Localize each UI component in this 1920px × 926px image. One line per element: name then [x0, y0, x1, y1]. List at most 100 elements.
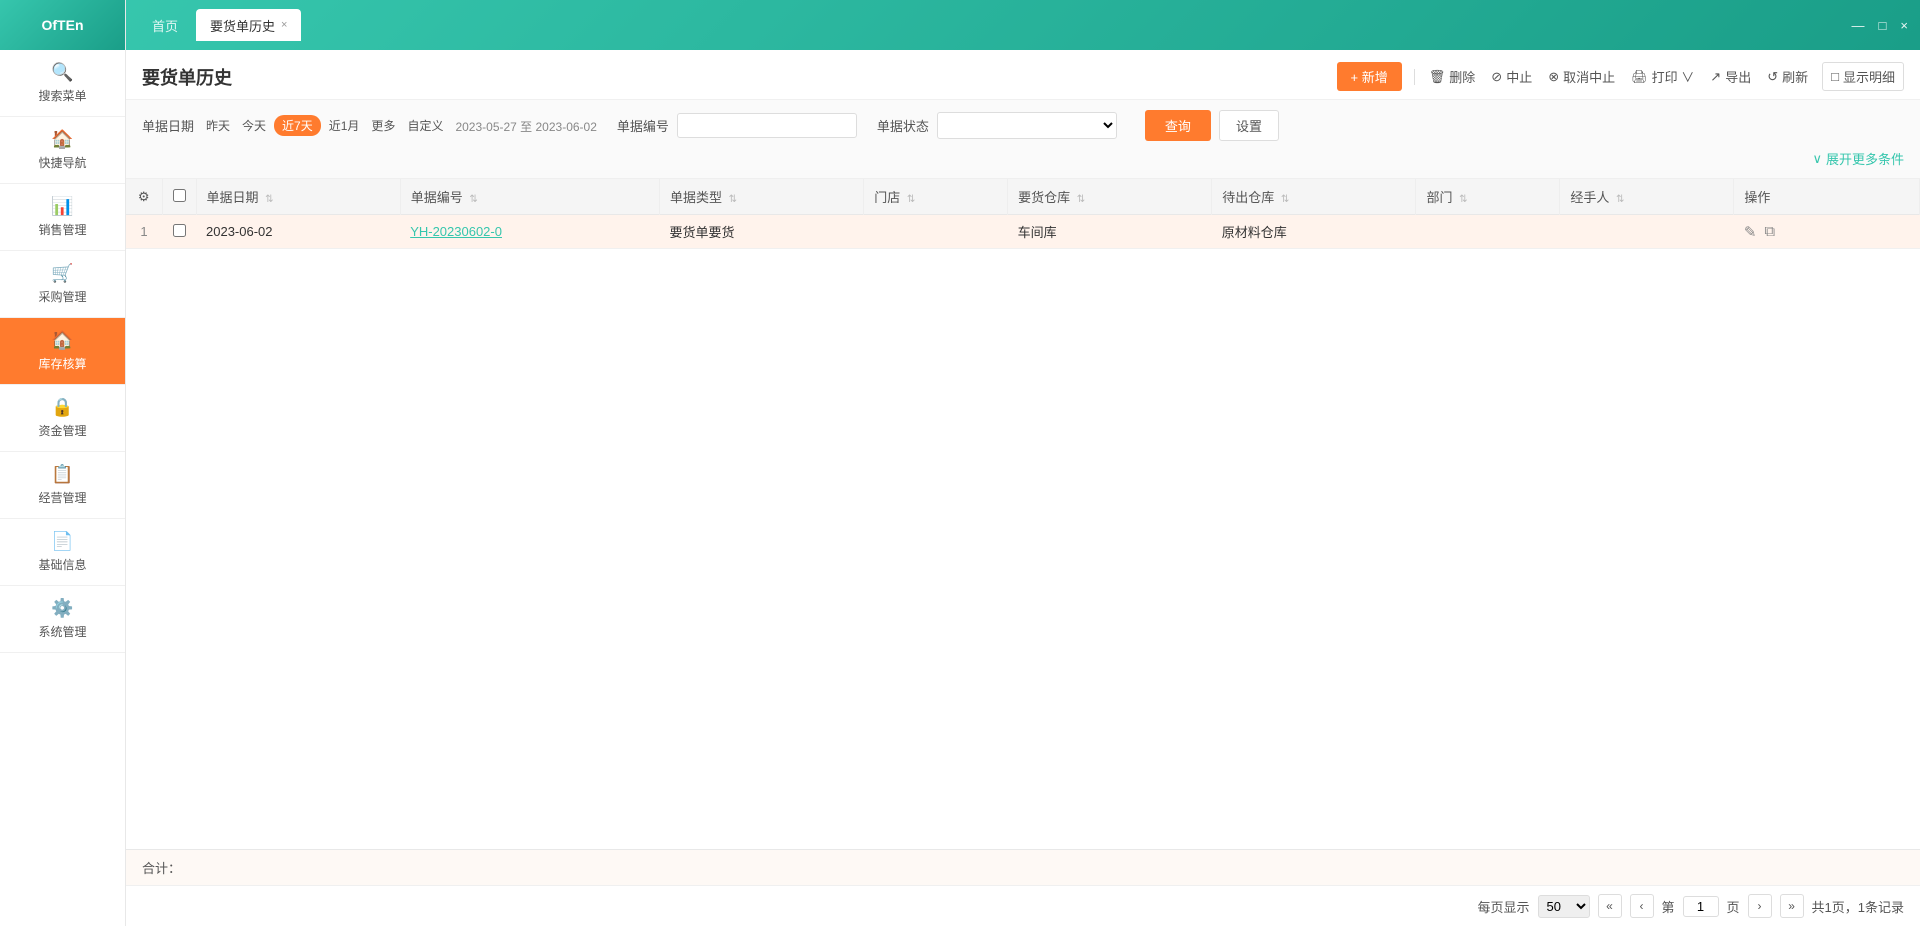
- sidebar-item-label: 系统管理: [38, 623, 86, 640]
- new-button[interactable]: + 新增: [1337, 62, 1402, 91]
- sidebar-item-quicknav[interactable]: 🏠 快捷导航: [0, 117, 125, 184]
- refresh-button[interactable]: ↺ 刷新: [1765, 67, 1810, 86]
- tab-home-label: 首页: [152, 16, 178, 35]
- status-select[interactable]: [937, 112, 1117, 139]
- cancel-stop-button[interactable]: ⊗ 取消中止: [1546, 67, 1617, 86]
- date-btn-today[interactable]: 今天: [238, 115, 270, 136]
- sidebar-item-label: 销售管理: [38, 221, 86, 238]
- cell-docnum[interactable]: YH-20230602-0: [400, 215, 659, 249]
- sidebar-item-sales[interactable]: 📊 销售管理: [0, 184, 125, 251]
- page-number-input[interactable]: [1683, 896, 1719, 917]
- cell-pendingwarehouse: 原材料仓库: [1212, 215, 1416, 249]
- logo-text: OfTEn: [42, 17, 84, 33]
- select-all-checkbox[interactable]: [173, 189, 186, 202]
- topbar-minimize-icon[interactable]: —: [1852, 18, 1865, 33]
- docnum-filter-group: 单据编号: [617, 113, 857, 138]
- first-page-button[interactable]: «: [1598, 894, 1622, 918]
- sidebar-item-inventory[interactable]: 🏠 库存核算: [0, 318, 125, 385]
- show-detail-button[interactable]: □ 显示明细: [1822, 62, 1904, 91]
- sidebar-item-search[interactable]: 🔍 搜索菜单: [0, 50, 125, 117]
- col-header-handler: 经手人 ⇅: [1560, 179, 1734, 215]
- delete-label: 删除: [1449, 67, 1475, 86]
- date-btn-yesterday[interactable]: 昨天: [202, 115, 234, 136]
- topbar-close-icon[interactable]: ×: [1900, 18, 1908, 33]
- prev-page-button[interactable]: ‹: [1630, 894, 1654, 918]
- tab-close-icon[interactable]: ×: [281, 19, 287, 31]
- docnum-input[interactable]: [677, 113, 857, 138]
- settings-col-header[interactable]: ⚙: [126, 179, 162, 215]
- sidebar-item-operations[interactable]: 📋 经营管理: [0, 452, 125, 519]
- filter-area: 单据日期 昨天 今天 近7天 近1月 更多 自定义 2023-05-27 至 2…: [126, 100, 1920, 179]
- sort-icon-reqwarehouse[interactable]: ⇅: [1077, 194, 1085, 205]
- col-header-store: 门店 ⇅: [864, 179, 1008, 215]
- filter-actions: 查询 设置: [1145, 110, 1279, 141]
- print-button[interactable]: 🖨 打印 ∨: [1629, 67, 1696, 86]
- tab-home[interactable]: 首页: [138, 9, 192, 41]
- stop-button[interactable]: ⊘ 中止: [1489, 67, 1534, 86]
- stop-icon: ⊘: [1491, 69, 1502, 85]
- table-row: 1 2023-06-02 YH-20230602-0 要货单要货 车间库 原材料…: [126, 215, 1920, 249]
- next-page-button[interactable]: ›: [1748, 894, 1772, 918]
- topbar-maximize-icon[interactable]: □: [1879, 18, 1887, 33]
- checkbox-col-header: [162, 179, 196, 215]
- toolbar-divider-1: [1414, 69, 1415, 85]
- tab-requisition-label: 要货单历史: [210, 16, 275, 35]
- docnum-link[interactable]: YH-20230602-0: [410, 224, 502, 239]
- cell-store: [864, 215, 1008, 249]
- sidebar-item-system[interactable]: ⚙️ 系统管理: [0, 586, 125, 653]
- sidebar-item-label: 基础信息: [38, 556, 86, 573]
- sort-icon-date[interactable]: ⇅: [265, 194, 273, 205]
- stop-label: 中止: [1506, 67, 1532, 86]
- settings-button[interactable]: 设置: [1219, 110, 1279, 141]
- detail-checkbox-icon: □: [1831, 69, 1839, 84]
- cell-reqwarehouse: 车间库: [1008, 215, 1212, 249]
- tab-requisition[interactable]: 要货单历史 ×: [196, 9, 301, 41]
- date-filter-group: 单据日期 昨天 今天 近7天 近1月 更多 自定义 2023-05-27 至 2…: [142, 115, 597, 136]
- sort-icon-store[interactable]: ⇅: [907, 194, 915, 205]
- date-btn-more[interactable]: 更多: [367, 115, 399, 136]
- query-button[interactable]: 查询: [1145, 110, 1211, 141]
- table-body: 1 2023-06-02 YH-20230602-0 要货单要货 车间库 原材料…: [126, 215, 1920, 249]
- sort-icon-docnum[interactable]: ⇅: [469, 194, 477, 205]
- sidebar-item-basic[interactable]: 📄 基础信息: [0, 519, 125, 586]
- sort-icon-handler[interactable]: ⇅: [1616, 194, 1624, 205]
- row-checkbox[interactable]: [173, 224, 186, 237]
- last-page-button[interactable]: »: [1780, 894, 1804, 918]
- date-btn-custom[interactable]: 自定义: [403, 115, 447, 136]
- delete-button[interactable]: 🗑 删除: [1427, 67, 1478, 86]
- sort-icon-pendingwarehouse[interactable]: ⇅: [1281, 194, 1289, 205]
- sidebar-item-finance[interactable]: 🔒 资金管理: [0, 385, 125, 452]
- per-page-select[interactable]: 50 100 200: [1538, 895, 1590, 918]
- edit-icon[interactable]: ✎: [1744, 223, 1757, 241]
- cancel-stop-label: 取消中止: [1563, 67, 1615, 86]
- table-footer: 合计：: [126, 849, 1920, 885]
- topbar: 首页 要货单历史 × — □ ×: [126, 0, 1920, 50]
- settings-gear-icon[interactable]: ⚙: [138, 189, 150, 204]
- topbar-right: — □ ×: [1852, 18, 1908, 33]
- cart-icon: 🛒: [51, 263, 73, 284]
- copy-icon[interactable]: ⧉: [1764, 223, 1775, 241]
- export-label: 导出: [1725, 67, 1751, 86]
- page-label: 第: [1662, 897, 1675, 916]
- expand-filter-button[interactable]: ∨ 展开更多条件: [1812, 149, 1904, 168]
- sort-icon-doctype[interactable]: ⇅: [729, 194, 737, 205]
- expand-icon: ∨: [1812, 151, 1822, 167]
- col-header-date: 单据日期 ⇅: [196, 179, 400, 215]
- sidebar-logo: OfTEn: [0, 0, 125, 50]
- sidebar-item-purchase[interactable]: 🛒 采购管理: [0, 251, 125, 318]
- date-btn-last7days[interactable]: 近7天: [274, 115, 321, 136]
- cell-handler: [1560, 215, 1734, 249]
- action-icons: ✎ ⧉: [1744, 223, 1910, 241]
- page-header: 要货单历史 + 新增 🗑 删除 ⊘ 中止 ⊗ 取消中止 🖨 打: [126, 50, 1920, 100]
- col-header-department: 部门 ⇅: [1416, 179, 1560, 215]
- col-header-doctype: 单据类型 ⇅: [660, 179, 864, 215]
- per-page-label: 每页显示: [1477, 897, 1529, 916]
- sort-icon-department[interactable]: ⇅: [1459, 194, 1467, 205]
- inventory-icon: 🏠: [51, 330, 73, 351]
- delete-icon: 🗑: [1429, 69, 1446, 85]
- page-title: 要货单历史: [142, 64, 232, 90]
- expand-label: 展开更多条件: [1826, 149, 1904, 168]
- export-button[interactable]: ↗ 导出: [1708, 67, 1753, 86]
- cell-date: 2023-06-02: [196, 215, 400, 249]
- date-btn-last1month[interactable]: 近1月: [325, 115, 364, 136]
